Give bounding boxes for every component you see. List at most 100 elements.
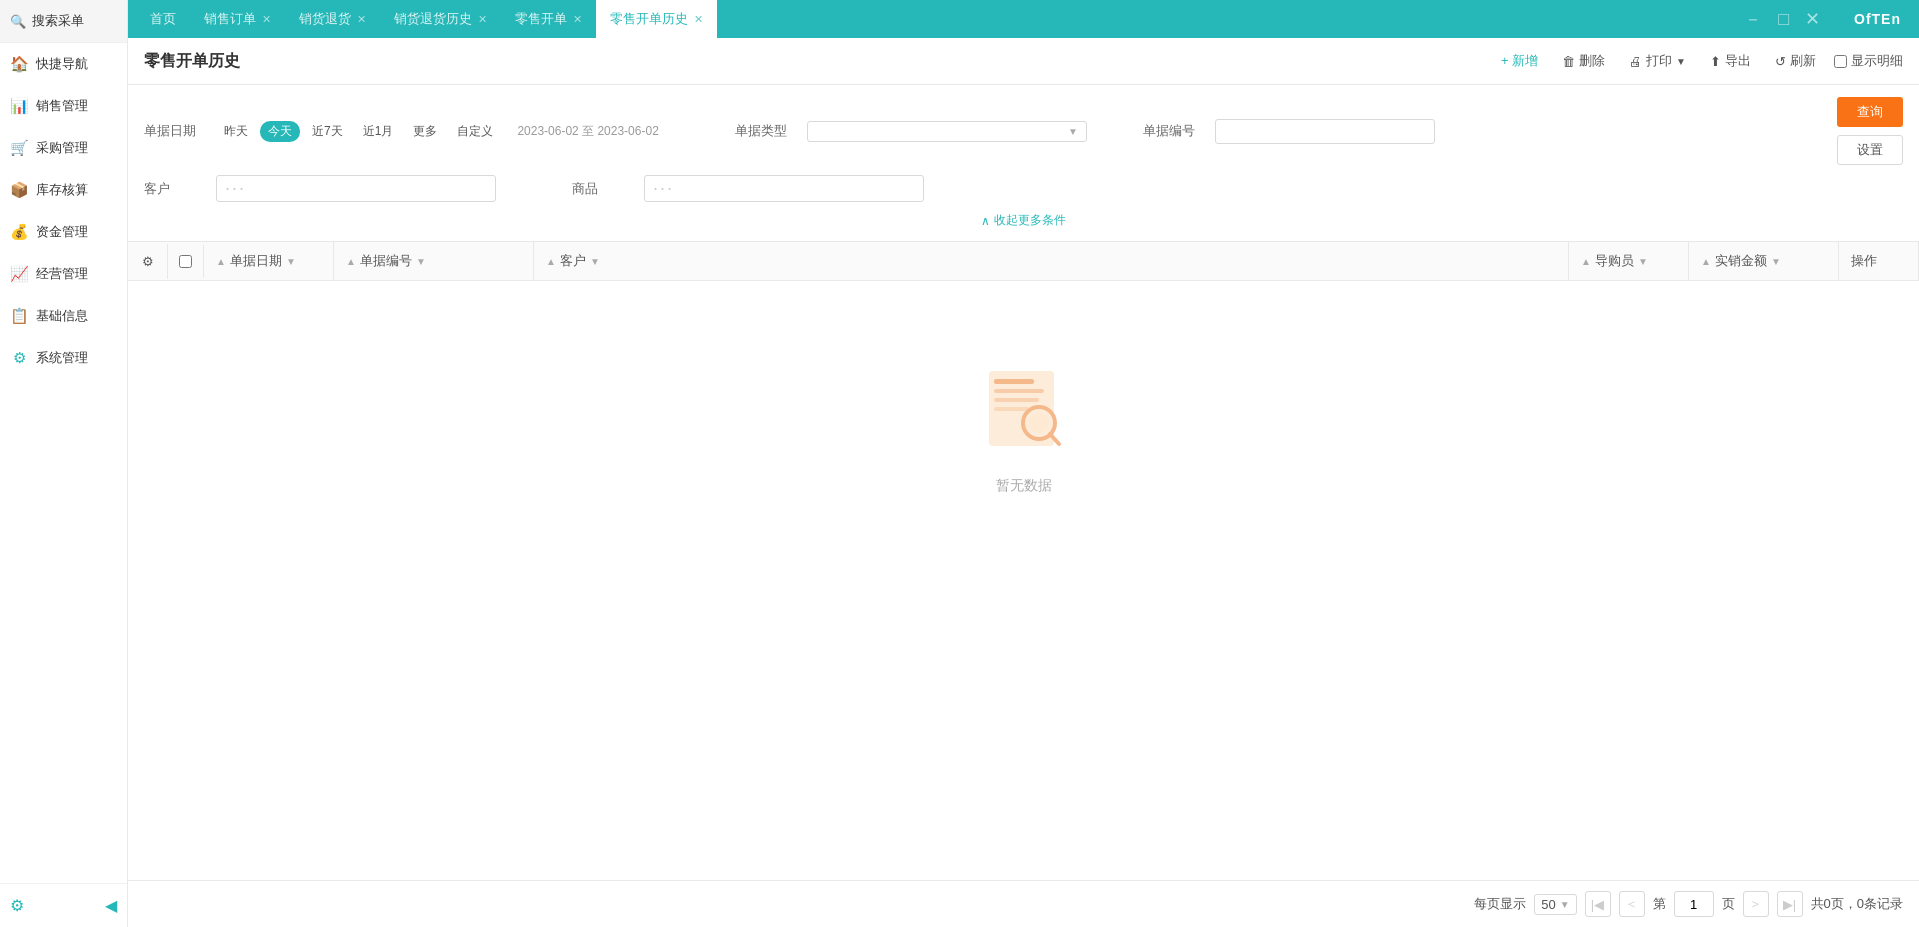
- tab-label: 销售订单: [204, 10, 256, 28]
- sort-down-icon: ▼: [1771, 256, 1781, 267]
- th-customer[interactable]: ▲ 客户 ▼: [534, 242, 1569, 280]
- search-menu-item[interactable]: 🔍 搜索采单: [0, 0, 127, 43]
- doc-type-select[interactable]: ▼: [807, 121, 1087, 142]
- filter-setting-button[interactable]: 设置: [1837, 135, 1903, 165]
- display-detail-checkbox[interactable]: 显示明细: [1834, 52, 1903, 70]
- svg-rect-1: [994, 379, 1034, 384]
- add-button[interactable]: + 新增: [1495, 48, 1544, 74]
- trash-icon: 🗑: [1562, 54, 1575, 69]
- collapse-more-button[interactable]: ∧ 收起更多条件: [144, 212, 1903, 229]
- table-area: ⚙ ▲ 单据日期 ▼ ▲ 单据编号 ▼ ▲ 客户 ▼ ▲ 导购员: [128, 242, 1919, 880]
- maximize-button[interactable]: □: [1778, 9, 1789, 30]
- th-number-label: 单据编号: [360, 252, 412, 270]
- svg-point-6: [1029, 413, 1049, 433]
- customer-dots: ···: [225, 178, 246, 199]
- th-date[interactable]: ▲ 单据日期 ▼: [204, 242, 334, 280]
- sort-up-icon: ▲: [1701, 256, 1711, 267]
- last-page-button[interactable]: ▶|: [1777, 891, 1803, 917]
- th-checkbox[interactable]: [168, 245, 204, 278]
- sidebar-item-operations[interactable]: 📈 经营管理: [0, 253, 127, 295]
- sidebar-item-label: 快捷导航: [36, 55, 88, 73]
- settings-button[interactable]: ⚙: [10, 896, 24, 915]
- search-icon: 🔍: [10, 14, 26, 29]
- prev-page-icon: ＜: [1625, 895, 1638, 913]
- date-yesterday[interactable]: 昨天: [216, 121, 256, 142]
- svg-rect-2: [994, 389, 1044, 393]
- sort-up-icon: ▲: [346, 256, 356, 267]
- sidebar-bottom: ⚙ ◀: [0, 883, 127, 927]
- collapse-label: 收起更多条件: [994, 212, 1066, 229]
- sort-up-icon: ▲: [546, 256, 556, 267]
- refresh-button[interactable]: ↺ 刷新: [1769, 48, 1822, 74]
- sort-up-icon: ▲: [1581, 256, 1591, 267]
- sidebar-item-finance[interactable]: 💰 资金管理: [0, 211, 127, 253]
- date-today[interactable]: 今天: [260, 121, 300, 142]
- page-header: 零售开单历史 + 新增 🗑 删除 🖨 打印 ▼ ⬆ 导出 ↺ 刷新 显: [128, 38, 1919, 85]
- export-button[interactable]: ⬆ 导出: [1704, 48, 1757, 74]
- goods-input[interactable]: ···: [644, 175, 924, 202]
- sidebar-item-sys-mgmt[interactable]: ⚙ 系统管理: [0, 337, 127, 379]
- th-amount[interactable]: ▲ 实销金额 ▼: [1689, 242, 1839, 280]
- delete-button[interactable]: 🗑 删除: [1556, 48, 1611, 74]
- th-amount-label: 实销金额: [1715, 252, 1767, 270]
- tab-sales-order[interactable]: 销售订单 ✕: [190, 0, 285, 38]
- display-detail-input[interactable]: [1834, 55, 1847, 68]
- app-logo: OfTEn: [1844, 11, 1911, 27]
- customer-input[interactable]: ···: [216, 175, 496, 202]
- tab-home[interactable]: 首页: [136, 0, 190, 38]
- tab-retail-history[interactable]: 零售开单历史 ✕: [596, 0, 717, 38]
- sidebar-item-base-info[interactable]: 📋 基础信息: [0, 295, 127, 337]
- th-guide[interactable]: ▲ 导购员 ▼: [1569, 242, 1689, 280]
- tab-label: 首页: [150, 10, 176, 28]
- sidebar-item-quick-nav[interactable]: 🏠 快捷导航: [0, 43, 127, 85]
- tab-label: 零售开单历史: [610, 10, 688, 28]
- prev-page-button[interactable]: ＜: [1619, 891, 1645, 917]
- select-all-checkbox[interactable]: [179, 255, 192, 268]
- close-window-button[interactable]: ✕: [1805, 8, 1820, 30]
- print-dropdown-icon: ▼: [1676, 56, 1686, 67]
- tab-bar-right: － □ ✕ OfTEn: [1744, 7, 1911, 31]
- refresh-label: 刷新: [1790, 52, 1816, 70]
- current-page-input[interactable]: [1674, 891, 1714, 917]
- tab-sales-return-history[interactable]: 销货退货历史 ✕: [380, 0, 501, 38]
- chevron-down-icon: ▼: [1068, 126, 1078, 137]
- minimize-button[interactable]: －: [1744, 7, 1762, 31]
- sidebar-item-sales-mgmt[interactable]: 📊 销售管理: [0, 85, 127, 127]
- th-gear[interactable]: ⚙: [128, 244, 168, 279]
- tab-close-icon[interactable]: ✕: [573, 13, 582, 26]
- delete-label: 删除: [1579, 52, 1605, 70]
- date-more[interactable]: 更多: [405, 121, 445, 142]
- sidebar-item-purchase-mgmt[interactable]: 🛒 采购管理: [0, 127, 127, 169]
- th-number[interactable]: ▲ 单据编号 ▼: [334, 242, 534, 280]
- tab-retail-open[interactable]: 零售开单 ✕: [501, 0, 596, 38]
- th-customer-label: 客户: [560, 252, 586, 270]
- sidebar-item-label: 基础信息: [36, 307, 88, 325]
- date-range-display: 2023-06-02 至 2023-06-02: [517, 123, 658, 140]
- query-button[interactable]: 查询: [1837, 97, 1903, 127]
- print-button[interactable]: 🖨 打印 ▼: [1623, 48, 1692, 74]
- next-page-button[interactable]: ＞: [1743, 891, 1769, 917]
- date-7days[interactable]: 近7天: [304, 121, 351, 142]
- clipboard-icon: 📋: [10, 307, 28, 325]
- cart-icon: 🛒: [10, 139, 28, 157]
- th-action-label: 操作: [1851, 252, 1877, 270]
- date-1month[interactable]: 近1月: [355, 121, 402, 142]
- sidebar-item-label: 系统管理: [36, 349, 88, 367]
- sidebar-item-inventory[interactable]: 📦 库存核算: [0, 169, 127, 211]
- date-custom[interactable]: 自定义: [449, 121, 501, 142]
- filter-area: 单据日期 昨天 今天 近7天 近1月 更多 自定义 2023-06-02 至 2…: [128, 85, 1919, 242]
- tab-close-icon[interactable]: ✕: [694, 13, 703, 26]
- page-unit: 页: [1722, 895, 1735, 913]
- th-date-label: 单据日期: [230, 252, 282, 270]
- tab-sales-return[interactable]: 销货退货 ✕: [285, 0, 380, 38]
- display-detail-label: 显示明细: [1851, 52, 1903, 70]
- first-page-button[interactable]: |◀: [1585, 891, 1611, 917]
- collapse-sidebar-button[interactable]: ◀: [105, 896, 117, 915]
- tab-close-icon[interactable]: ✕: [262, 13, 271, 26]
- doc-number-input[interactable]: [1215, 119, 1435, 144]
- page-size-value: 50: [1541, 897, 1555, 912]
- tab-close-icon[interactable]: ✕: [357, 13, 366, 26]
- page-size-select[interactable]: 50 ▼: [1534, 894, 1576, 915]
- tab-close-icon[interactable]: ✕: [478, 13, 487, 26]
- sort-down-icon: ▼: [286, 256, 296, 267]
